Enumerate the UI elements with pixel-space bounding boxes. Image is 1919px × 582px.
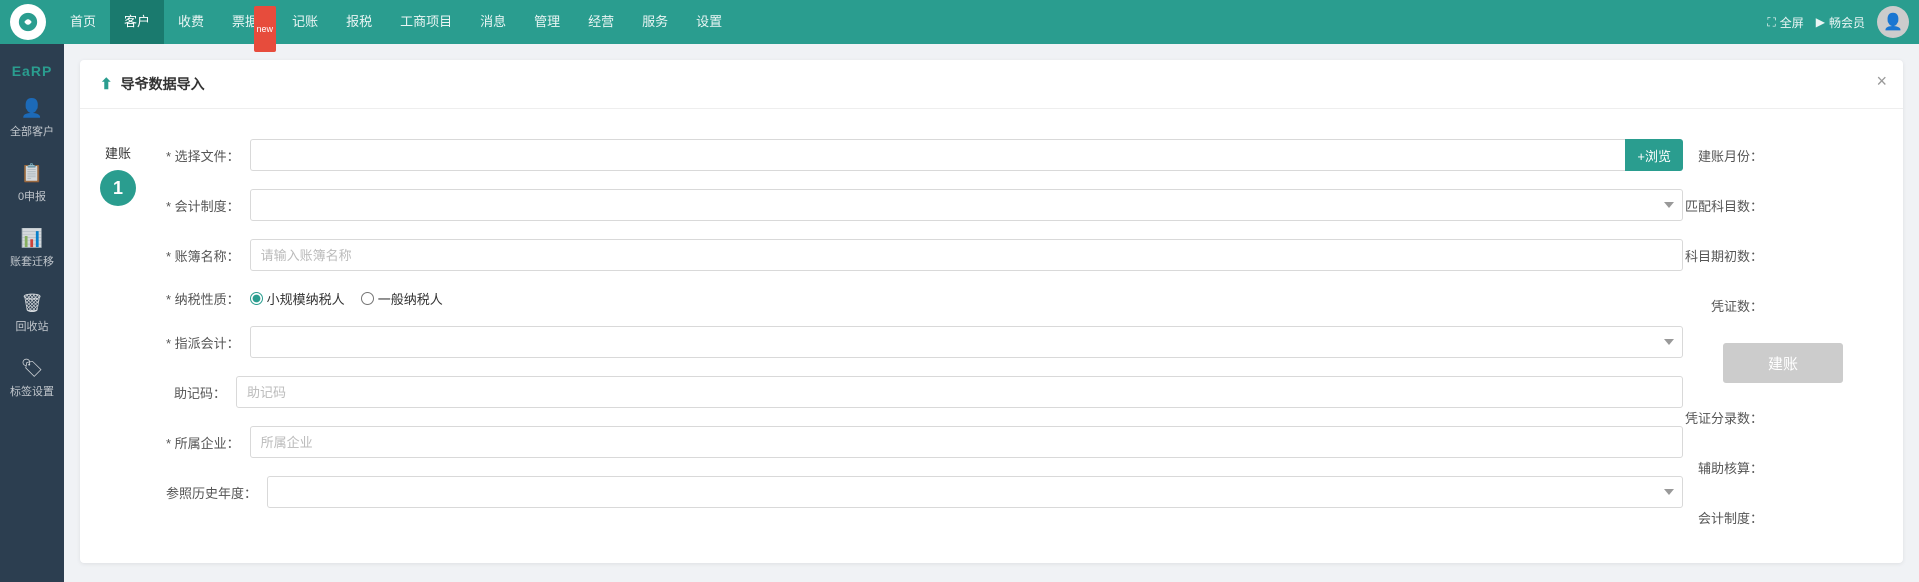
ledger-name-label: * 账簿名称： [166, 246, 250, 265]
tag-icon: 🏷 [21, 358, 44, 379]
sidebar-item-all-clients[interactable]: 👤 全部客户 [0, 88, 64, 149]
nav-manage[interactable]: 管理 [520, 0, 574, 44]
nav-bookkeeping[interactable]: 记账 [278, 0, 332, 44]
page-title: 导爷数据导入 [121, 74, 205, 94]
nav-message[interactable]: 消息 [466, 0, 520, 44]
nav-settings[interactable]: 设置 [682, 0, 736, 44]
submit-button[interactable]: 建账 [1723, 343, 1843, 383]
nav-tax[interactable]: 报税 [332, 0, 386, 44]
radio-small-scale-input[interactable] [250, 292, 263, 305]
history-year-label: 参照历史年度： [166, 483, 267, 502]
nav-items: 首页 客户 收费 票据 new 记账 报税 工商项目 消息 管理 经营 服务 设… [56, 0, 1767, 44]
accounting-system-row: * 会计制度： [166, 189, 1683, 221]
card-header: ⬆ 导爷数据导入 [80, 60, 1903, 109]
history-year-row: 参照历史年度： [166, 476, 1683, 508]
memo-label: 助记码： [166, 383, 236, 402]
browse-button[interactable]: +浏览 [1625, 139, 1683, 171]
file-input[interactable] [250, 139, 1626, 171]
company-label: * 所属企业： [166, 433, 250, 452]
radio-small-scale[interactable]: 小规模纳税人 [250, 289, 345, 308]
step-circle: 1 [100, 170, 136, 206]
vip-icon: ▶ [1816, 15, 1825, 29]
nav-service[interactable]: 服务 [628, 0, 682, 44]
match-subject-row: 匹配科目数： [1683, 189, 1883, 221]
all-clients-icon: 👤 [21, 98, 43, 119]
content-area: ⬆ 导爷数据导入 × 建账 1 * 选择文件： +浏览 [64, 44, 1919, 582]
ledger-name-input[interactable] [250, 239, 1683, 271]
submit-area: 建账 [1683, 343, 1883, 383]
assign-accountant-select[interactable] [250, 326, 1683, 358]
avatar[interactable]: 👤 [1877, 6, 1909, 38]
tax-type-row: * 纳税性质： 小规模纳税人 一般纳税人 [166, 289, 1683, 308]
radio-general-label: 一般纳税人 [378, 289, 443, 308]
sidebar-item-declaration[interactable]: 📋 0申报 [0, 153, 64, 214]
memo-input[interactable] [236, 376, 1683, 408]
radio-small-scale-label: 小规模纳税人 [267, 289, 345, 308]
nav-operation[interactable]: 经营 [574, 0, 628, 44]
nav-fee[interactable]: 收费 [164, 0, 218, 44]
declaration-icon: 📋 [21, 163, 43, 184]
nav-client[interactable]: 客户 [110, 0, 164, 44]
radio-general-input[interactable] [361, 292, 374, 305]
sidebar: EaRP 👤 全部客户 📋 0申报 📊 账套迁移 🗑 回收站 🏷 标签设置 [0, 44, 64, 582]
aux-calc-label: 辅助核算： [1683, 458, 1773, 477]
company-row: * 所属企业： [166, 426, 1683, 458]
nav-home[interactable]: 首页 [56, 0, 110, 44]
sidebar-branding: EaRP [8, 54, 57, 84]
voucher-entries-row: 凭证分录数： [1683, 401, 1883, 433]
memo-row: 助记码： [166, 376, 1683, 408]
step-indicator: 建账 1 [100, 139, 136, 533]
company-input[interactable] [250, 426, 1683, 458]
new-badge: new [254, 6, 277, 52]
voucher-count-label: 凭证数： [1683, 296, 1773, 315]
file-row: * 选择文件： +浏览 [166, 139, 1683, 171]
sidebar-item-recycle[interactable]: 🗑 回收站 [0, 283, 64, 344]
accounting-system-select[interactable] [250, 189, 1683, 221]
sidebar-item-migration[interactable]: 📊 账套迁移 [0, 218, 64, 279]
match-subject-label: 匹配科目数： [1683, 196, 1773, 215]
fullscreen-btn[interactable]: ⛶ 全屏 [1767, 14, 1803, 31]
info-col: 建账月份： 匹配科目数： 科目期初数： 凭证数： [1683, 139, 1883, 533]
build-month-label: 建账月份： [1683, 146, 1773, 165]
voucher-count-row: 凭证数： [1683, 289, 1883, 321]
step-label: 建账 [105, 143, 131, 162]
subject-initial-label: 科目期初数： [1683, 246, 1773, 265]
recycle-icon: 🗑 [21, 293, 44, 314]
file-label: * 选择文件： [166, 146, 250, 165]
subject-initial-row: 科目期初数： [1683, 239, 1883, 271]
aux-calc-row: 辅助核算： [1683, 451, 1883, 483]
nav-right: ⛶ 全屏 ▶ 畅会员 👤 [1767, 6, 1909, 38]
main-layout: EaRP 👤 全部客户 📋 0申报 📊 账套迁移 🗑 回收站 🏷 标签设置 ⬆ … [0, 44, 1919, 582]
vip-btn[interactable]: ▶ 畅会员 [1816, 14, 1865, 31]
voucher-entries-label: 凭证分录数： [1683, 408, 1773, 427]
accounting-system-label: * 会计制度： [166, 196, 250, 215]
form-area: 建账 1 * 选择文件： +浏览 * 会计制度： [80, 109, 1903, 563]
ledger-name-row: * 账簿名称： [166, 239, 1683, 271]
radio-general[interactable]: 一般纳税人 [361, 289, 443, 308]
import-card: ⬆ 导爷数据导入 × 建账 1 * 选择文件： +浏览 [80, 60, 1903, 563]
assign-accountant-label: * 指派会计： [166, 333, 250, 352]
nav-invoice[interactable]: 票据 new [218, 0, 278, 44]
top-nav: 首页 客户 收费 票据 new 记账 报税 工商项目 消息 管理 经营 服务 设… [0, 0, 1919, 44]
file-input-row: +浏览 [250, 139, 1683, 171]
tax-type-radio-group: 小规模纳税人 一般纳税人 [250, 289, 443, 308]
nav-business[interactable]: 工商项目 [386, 0, 466, 44]
fullscreen-icon: ⛶ [1767, 15, 1775, 30]
assign-accountant-row: * 指派会计： [166, 326, 1683, 358]
history-year-select[interactable] [267, 476, 1683, 508]
form-left-col: * 选择文件： +浏览 * 会计制度： [166, 139, 1683, 533]
upload-icon: ⬆ [100, 75, 113, 93]
app-logo[interactable] [10, 4, 46, 40]
migration-icon: 📊 [21, 228, 43, 249]
tax-type-label: * 纳税性质： [166, 289, 250, 308]
info-accounting-system-label: 会计制度： [1683, 508, 1773, 527]
close-button[interactable]: × [1876, 72, 1887, 90]
sidebar-item-tag-settings[interactable]: 🏷 标签设置 [0, 348, 64, 409]
build-month-row: 建账月份： [1683, 139, 1883, 171]
info-accounting-system-row: 会计制度： [1683, 501, 1883, 533]
